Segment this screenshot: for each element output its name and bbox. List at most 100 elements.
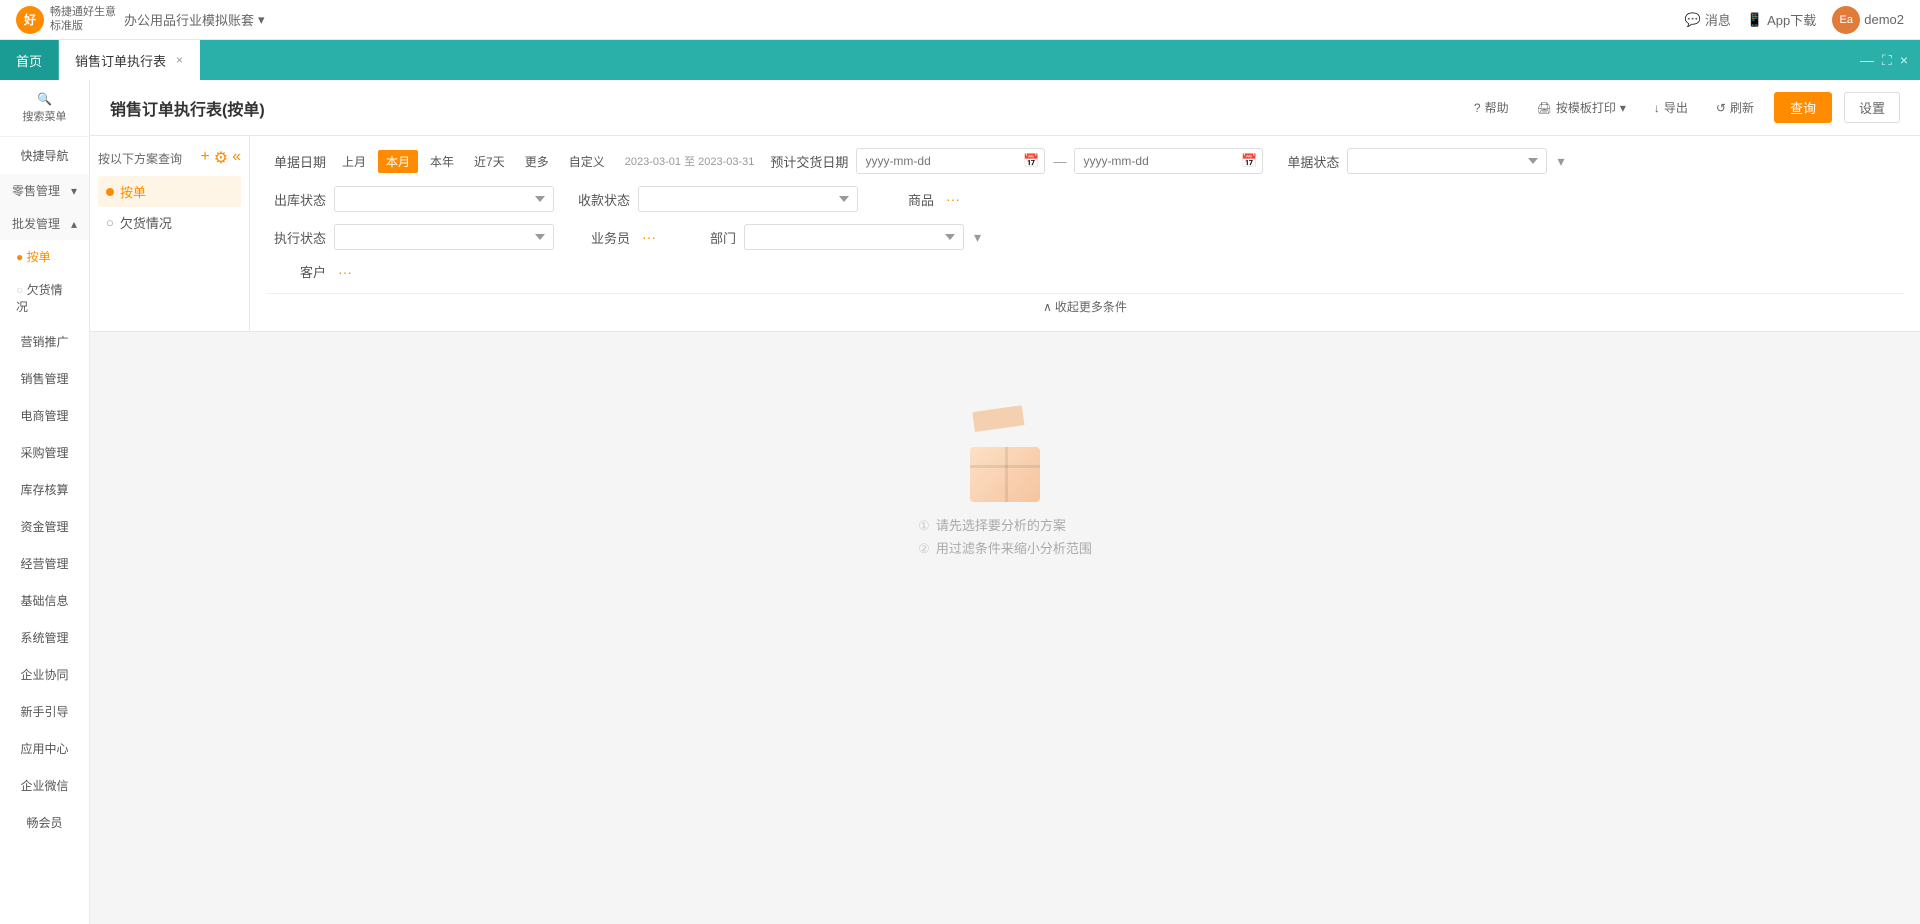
tab-window-actions: — ⛶ × xyxy=(1848,40,1920,80)
top-bar-right: 💬 消息 📱 App下载 Ea demo2 xyxy=(1685,6,1904,34)
date-custom-btn[interactable]: 自定义 xyxy=(561,150,613,173)
sidebar-sub-debt[interactable]: ○ 欠货情况 xyxy=(0,273,89,323)
tab-close-icon[interactable]: × xyxy=(176,53,183,67)
content-area: 销售订单执行表(按单) ? 帮助 🖨 按模板打印 ▾ ↓ 导出 ↺ 刷新 xyxy=(90,80,1920,924)
sidebar-item-enterprise[interactable]: 企业协同 xyxy=(0,656,89,693)
sidebar-item-wholesale[interactable]: 批发管理 ▴ xyxy=(0,207,89,240)
filter-row-3: 执行状态 业务员 ··· 部门 ▾ xyxy=(266,224,1904,250)
tab-home[interactable]: 首页 xyxy=(0,40,59,80)
sidebar-item-member[interactable]: 畅会员 xyxy=(0,804,89,841)
date-quick-btns: 上月 本月 本年 近7天 更多 自定义 xyxy=(334,150,613,173)
sidebar-item-purchase[interactable]: 采购管理 xyxy=(0,434,89,471)
customer-label: 客户 xyxy=(266,262,326,281)
exec-status-select[interactable] xyxy=(334,224,554,250)
doc-status-select[interactable] xyxy=(1347,148,1547,174)
minimize-button[interactable]: — xyxy=(1860,52,1874,68)
ship-status-select[interactable] xyxy=(334,186,554,212)
help-button[interactable]: ? 帮助 xyxy=(1466,95,1517,120)
filter-row-4: 客户 ··· xyxy=(266,262,1904,281)
main-layout: 🔍 搜索菜单 快捷导航 零售管理 ▾ 批发管理 ▴ ● 按单 ○ 欠货情况 营销… xyxy=(0,80,1920,924)
sidebar-item-app-center[interactable]: 应用中心 xyxy=(0,730,89,767)
chevron-down-icon-status: ▾ xyxy=(1557,153,1564,170)
doc-date-label: 单据日期 xyxy=(266,152,326,171)
refresh-button[interactable]: ↺ 刷新 xyxy=(1708,95,1762,120)
empty-illustration xyxy=(955,412,1055,502)
empty-hint-text: ① 请先选择要分析的方案 ② 用过滤条件来缩小分析范围 xyxy=(918,514,1092,561)
user-menu[interactable]: Ea demo2 xyxy=(1832,6,1904,34)
sidebar-item-retail[interactable]: 零售管理 ▾ xyxy=(0,174,89,207)
maximize-button[interactable]: ⛶ xyxy=(1882,52,1892,69)
app-download-button[interactable]: 📱 App下载 xyxy=(1747,10,1816,29)
date-last7-btn[interactable]: 近7天 xyxy=(466,150,513,173)
filter-group-collect-status: 收款状态 xyxy=(570,186,858,212)
salesperson-label: 业务员 xyxy=(570,228,630,247)
search-menu-button[interactable]: 🔍 搜索菜单 xyxy=(8,88,81,128)
collect-status-label: 收款状态 xyxy=(570,190,630,209)
page-actions: ? 帮助 🖨 按模板打印 ▾ ↓ 导出 ↺ 刷新 查询 设置 xyxy=(1466,92,1900,123)
sidebar-item-base-info[interactable]: 基础信息 xyxy=(0,582,89,619)
expected-date-end-input[interactable] xyxy=(1074,148,1263,174)
sidebar-item-quick-nav[interactable]: 快捷导航 xyxy=(0,137,89,174)
close-window-button[interactable]: × xyxy=(1900,52,1908,68)
logo-text: 畅捷通好生意 标准版 xyxy=(50,6,116,32)
collapse-scheme-button[interactable]: « xyxy=(232,148,241,168)
chevron-icon[interactable]: ▾ xyxy=(258,12,265,28)
query-button[interactable]: 查询 xyxy=(1774,92,1832,123)
sidebar: 🔍 搜索菜单 快捷导航 零售管理 ▾ 批发管理 ▴ ● 按单 ○ 欠货情况 营销… xyxy=(0,80,90,924)
filter-row-2: 出库状态 收款状态 商品 ··· xyxy=(266,186,1904,212)
sidebar-item-marketing[interactable]: 营销推广 xyxy=(0,323,89,360)
dot-icon: ○ xyxy=(16,283,23,297)
filter-group-ship-status: 出库状态 xyxy=(266,186,554,212)
logo-icon: 好 xyxy=(16,6,44,34)
filter-main: 单据日期 上月 本月 本年 近7天 更多 自定义 2023-03-01 至 20… xyxy=(250,136,1920,331)
top-bar: 好 畅捷通好生意 标准版 办公用品行业模拟账套 ▾ 💬 消息 📱 App下载 E… xyxy=(0,0,1920,40)
export-button[interactable]: ↓ 导出 xyxy=(1646,95,1696,120)
goods-picker-button[interactable]: ··· xyxy=(942,191,964,207)
sidebar-item-inventory[interactable]: 库存核算 xyxy=(0,471,89,508)
calendar-icon-2: 📅 xyxy=(1241,153,1257,169)
edit-scheme-button[interactable]: ⚙ xyxy=(214,148,228,168)
filter-group-doc-date: 单据日期 上月 本月 本年 近7天 更多 自定义 2023-03-01 至 20… xyxy=(266,150,754,173)
collapse-icon: ∧ xyxy=(1043,300,1052,314)
tab-sales-order-exec[interactable]: 销售订单执行表 × xyxy=(59,40,200,80)
sidebar-item-corp-wechat[interactable]: 企业微信 xyxy=(0,767,89,804)
customer-picker-button[interactable]: ··· xyxy=(334,264,356,280)
settings-button[interactable]: 设置 xyxy=(1844,92,1900,123)
filter-group-expected-date: 预计交货日期 📅 — 📅 xyxy=(770,148,1263,174)
empty-state: ① 请先选择要分析的方案 ② 用过滤条件来缩小分析范围 xyxy=(90,332,1920,641)
search-icon: 🔍 xyxy=(37,92,52,106)
salesperson-picker-button[interactable]: ··· xyxy=(638,229,660,245)
expected-date-start-wrapper: 📅 xyxy=(856,148,1045,174)
date-more-btn[interactable]: 更多 xyxy=(517,150,557,173)
dot-icon: ● xyxy=(16,250,23,264)
exec-status-label: 执行状态 xyxy=(266,228,326,247)
message-button[interactable]: 💬 消息 xyxy=(1685,10,1731,29)
filter-group-doc-status: 单据状态 ▾ xyxy=(1279,148,1564,174)
sidebar-item-finance[interactable]: 资金管理 xyxy=(0,508,89,545)
page-title: 销售订单执行表(按单) xyxy=(110,96,265,120)
dept-label: 部门 xyxy=(676,228,736,247)
date-range-text: 2023-03-01 至 2023-03-31 xyxy=(625,153,755,169)
collapse-button[interactable]: ∧ 收起更多条件 xyxy=(1043,298,1127,315)
sidebar-item-newbie[interactable]: 新手引导 xyxy=(0,693,89,730)
scheme-item-debt[interactable]: ○ 欠货情况 xyxy=(98,207,241,238)
filter-scheme-title: 按以下方案查询 + ⚙ « xyxy=(98,148,241,168)
date-this-month-btn[interactable]: 本月 xyxy=(378,150,418,173)
sidebar-item-system[interactable]: 系统管理 xyxy=(0,619,89,656)
scheme-item-press-order[interactable]: 按单 xyxy=(98,176,241,207)
sidebar-item-operations[interactable]: 经营管理 xyxy=(0,545,89,582)
sidebar-item-sales[interactable]: 销售管理 xyxy=(0,360,89,397)
date-last-month-btn[interactable]: 上月 xyxy=(334,150,374,173)
calendar-icon: 📅 xyxy=(1023,153,1039,169)
dept-select[interactable] xyxy=(744,224,964,250)
avatar: Ea xyxy=(1832,6,1860,34)
date-this-year-btn[interactable]: 本年 xyxy=(422,150,462,173)
sidebar-sub-press-order[interactable]: ● 按单 xyxy=(0,240,89,273)
collect-status-select[interactable] xyxy=(638,186,858,212)
sidebar-item-ecommerce[interactable]: 电商管理 xyxy=(0,397,89,434)
expected-date-start-input[interactable] xyxy=(856,148,1045,174)
add-scheme-button[interactable]: + xyxy=(200,148,209,168)
print-button[interactable]: 🖨 按模板打印 ▾ xyxy=(1529,95,1634,120)
filter-group-customer: 客户 ··· xyxy=(266,262,356,281)
top-bar-left: 好 畅捷通好生意 标准版 办公用品行业模拟账套 ▾ xyxy=(16,6,265,34)
